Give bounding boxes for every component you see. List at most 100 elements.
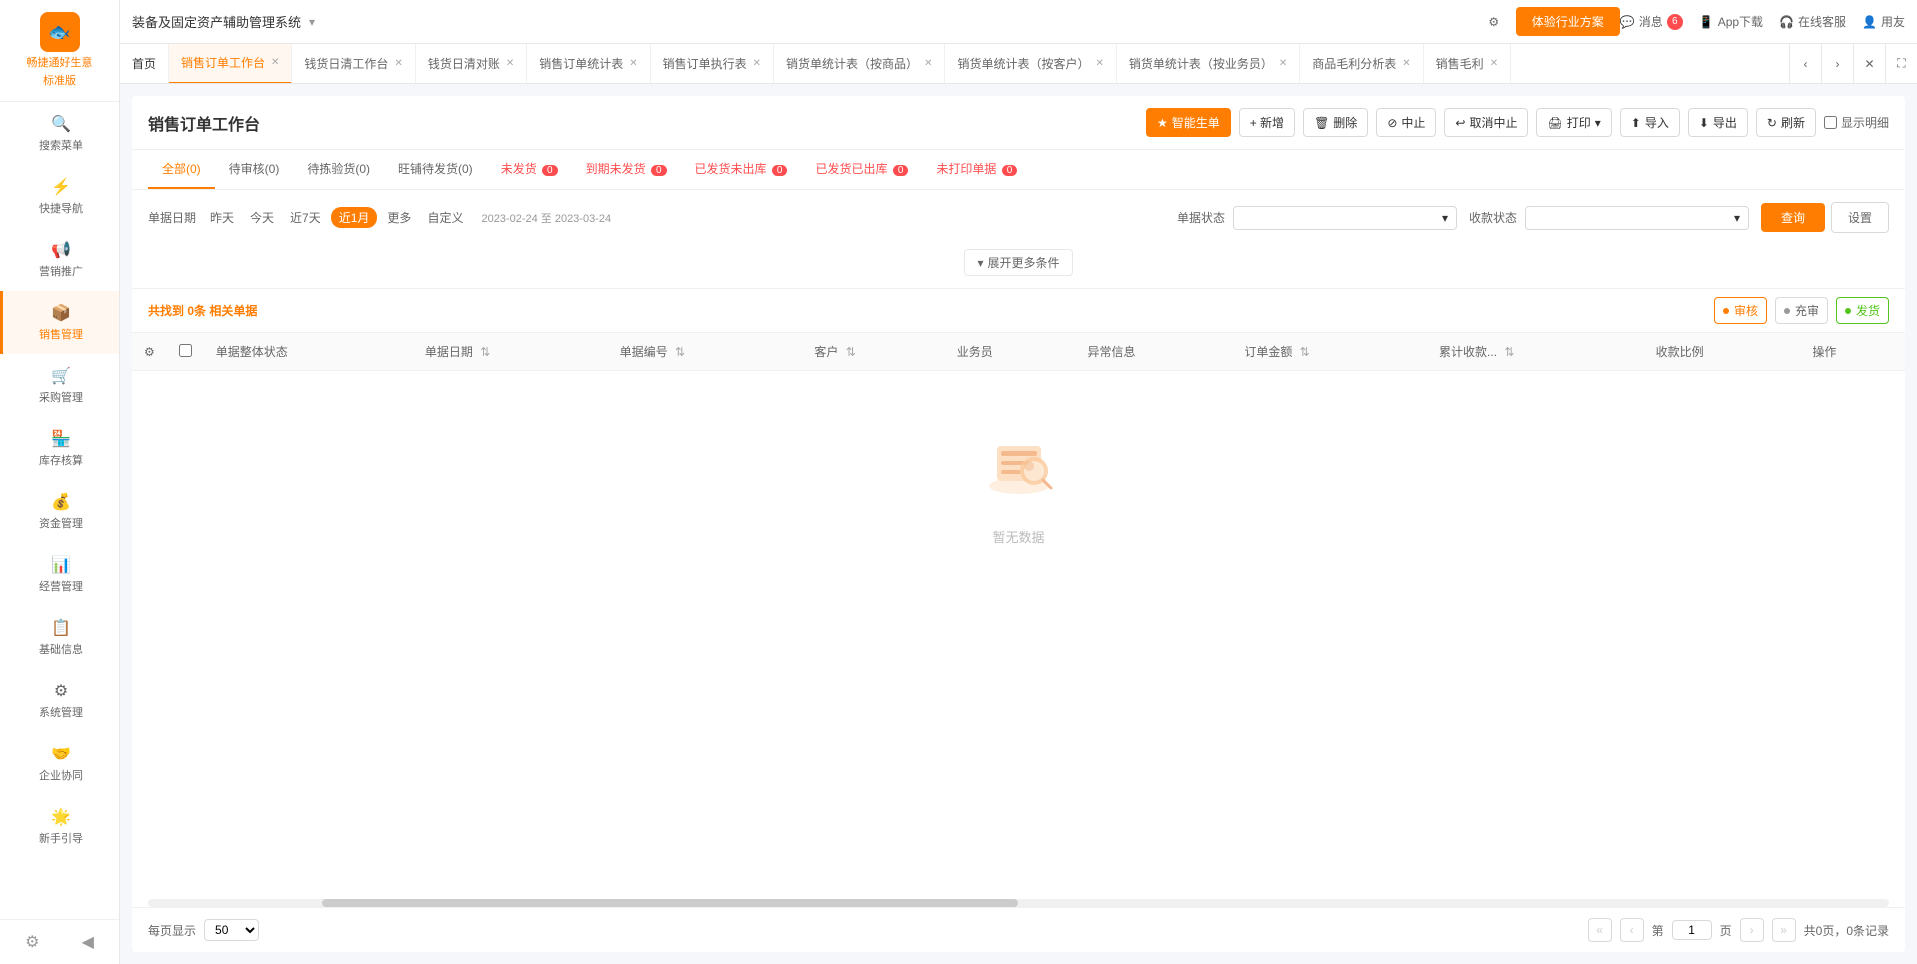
sub-tab-shipped-out[interactable]: 已发货已出库 0 — [801, 150, 922, 189]
add-btn[interactable]: + 新增 — [1239, 108, 1295, 137]
tab-sales-stats-customer-close[interactable]: ✕ — [1095, 58, 1103, 69]
stop-btn[interactable]: ⊘ 中止 — [1376, 108, 1436, 137]
sub-tab-not-shipped[interactable]: 未发货 0 — [487, 150, 572, 189]
expand-conditions-btn[interactable]: ▾ 展开更多条件 — [964, 249, 1072, 276]
table-actions: 审核 充审 发货 — [1714, 297, 1889, 324]
tab-sales-profit[interactable]: 销售毛利 ✕ — [1424, 44, 1511, 84]
user-btn[interactable]: 👤 用友 — [1862, 13, 1905, 30]
first-page-btn[interactable]: « — [1588, 918, 1612, 942]
tab-gross-margin-close[interactable]: ✕ — [1402, 58, 1410, 69]
tab-sales-stats-close[interactable]: ✕ — [629, 58, 637, 69]
industry-btn[interactable]: 体验行业方案 — [1516, 7, 1620, 36]
sub-tab-not-printed[interactable]: 未打印单据 0 — [922, 150, 1031, 189]
tab-sales-workbench[interactable]: 销售订单工作台 ✕ — [169, 44, 292, 84]
filter-settings-btn[interactable]: 设置 — [1831, 202, 1889, 233]
show-detail-input[interactable] — [1824, 116, 1837, 129]
last1m-btn[interactable]: 近1月 — [331, 207, 378, 228]
cancel-stop-btn[interactable]: ↩ 取消中止 — [1444, 108, 1528, 137]
table-area: 共找到 0条 相关单据 审核 充审 — [132, 289, 1905, 899]
prev-page-btn[interactable]: ‹ — [1620, 918, 1644, 942]
th-settings[interactable]: ⚙ — [132, 333, 167, 371]
today-btn[interactable]: 今天 — [244, 207, 280, 228]
sidebar-item-enterprise[interactable]: 🤝 企业协同 — [0, 732, 119, 795]
tab-gross-margin[interactable]: 商品毛利分析表 ✕ — [1300, 44, 1423, 84]
message-btn[interactable]: 💬 消息 6 — [1620, 13, 1683, 30]
tab-cash-reconcile-close[interactable]: ✕ — [506, 58, 514, 69]
status-select[interactable]: ▾ — [1233, 206, 1457, 230]
service-btn[interactable]: 🎧 在线客服 — [1779, 13, 1846, 30]
next-page-btn[interactable]: › — [1740, 918, 1764, 942]
tab-sales-workbench-close[interactable]: ✕ — [271, 57, 279, 68]
revoke-btn[interactable]: 充审 — [1775, 297, 1828, 324]
sidebar-item-quick-nav[interactable]: ⚡ 快捷导航 — [0, 165, 119, 228]
import-btn[interactable]: ⬆ 导入 — [1620, 108, 1680, 137]
last7-btn[interactable]: 近7天 — [284, 207, 327, 228]
tab-sales-stats-customer[interactable]: 销货单统计表（按客户） ✕ — [945, 44, 1116, 84]
tab-sales-stats-salesman[interactable]: 销货单统计表（按业务员） ✕ — [1117, 44, 1300, 84]
tab-expand-btn[interactable]: ⛶ — [1885, 44, 1917, 84]
export-btn[interactable]: ⬇ 导出 — [1688, 108, 1748, 137]
show-detail-checkbox[interactable]: 显示明细 — [1824, 114, 1889, 131]
sidebar-item-search[interactable]: 🔍 搜索菜单 — [0, 102, 119, 165]
sidebar-item-guide[interactable]: 🌟 新手引导 — [0, 795, 119, 858]
tab-close-all-btn[interactable]: ✕ — [1853, 44, 1885, 84]
ship-btn[interactable]: 发货 — [1836, 297, 1889, 324]
tab-sales-stats-product-close[interactable]: ✕ — [924, 58, 932, 69]
sub-tab-wangpu[interactable]: 旺铺待发货(0) — [384, 150, 487, 189]
sidebar-item-basic-info[interactable]: 📋 基础信息 — [0, 606, 119, 669]
sidebar-settings-btn[interactable]: ⚙ — [25, 932, 39, 952]
sidebar-item-operations[interactable]: 📊 经营管理 — [0, 543, 119, 606]
th-checkbox[interactable] — [167, 333, 204, 371]
payment-select[interactable]: ▾ — [1525, 206, 1749, 230]
tab-sales-stats[interactable]: 销售订单统计表 ✕ — [527, 44, 650, 84]
topbar-settings-btn[interactable]: ⚙ — [1480, 8, 1508, 36]
tab-home[interactable]: 首页 — [120, 44, 169, 84]
sub-tab-pending-review[interactable]: 待审核(0) — [215, 150, 294, 189]
th-number[interactable]: 单据编号 ⇅ — [608, 333, 803, 371]
th-date[interactable]: 单据日期 ⇅ — [413, 333, 608, 371]
yesterday-btn[interactable]: 昨天 — [204, 207, 240, 228]
table-scroll[interactable]: ⚙ 单据整体状态 单据日期 ⇅ 单据编号 — [132, 333, 1905, 899]
sub-tab-all[interactable]: 全部(0) — [148, 150, 215, 189]
tab-sales-exec-close[interactable]: ✕ — [753, 58, 761, 69]
per-page-select[interactable]: 50 100 200 — [204, 919, 259, 941]
tab-cash-daily-close[interactable]: ✕ — [394, 58, 402, 69]
select-all-checkbox[interactable] — [179, 344, 192, 357]
ai-generate-btn[interactable]: ★ 智能生单 — [1146, 108, 1231, 137]
tab-sales-stats-product[interactable]: 销货单统计表（按商品） ✕ — [774, 44, 945, 84]
th-received[interactable]: 累计收款... ⇅ — [1427, 333, 1644, 371]
h-scrollbar[interactable] — [148, 899, 1889, 907]
sub-tab-expired-not-shipped[interactable]: 到期未发货 0 — [572, 150, 681, 189]
sidebar-label-system: 系统管理 — [39, 704, 83, 720]
tab-sales-stats-salesman-close[interactable]: ✕ — [1279, 58, 1287, 69]
tab-next-btn[interactable]: › — [1821, 44, 1853, 84]
custom-btn[interactable]: 自定义 — [421, 207, 469, 228]
last-page-btn[interactable]: » — [1772, 918, 1796, 942]
th-amount[interactable]: 订单金额 ⇅ — [1232, 333, 1427, 371]
page-input[interactable] — [1672, 920, 1712, 940]
sidebar-item-sales[interactable]: 📦 销售管理 — [0, 291, 119, 354]
app-download-btn[interactable]: 📱 App下载 — [1699, 13, 1763, 30]
delete-btn[interactable]: 🗑 删除 — [1303, 108, 1368, 137]
scrollbar-thumb[interactable] — [322, 899, 1018, 907]
sub-tab-pending-inspect[interactable]: 待拣验货(0) — [293, 150, 384, 189]
tab-sales-profit-close[interactable]: ✕ — [1490, 58, 1498, 69]
tab-cash-reconcile[interactable]: 钱货日清对账 ✕ — [416, 44, 527, 84]
tab-prev-btn[interactable]: ‹ — [1789, 44, 1821, 84]
ai-star-icon: ★ — [1157, 116, 1168, 130]
refresh-btn[interactable]: ↻ 刷新 — [1756, 108, 1816, 137]
sidebar-item-marketing[interactable]: 📢 营销推广 — [0, 228, 119, 291]
more-btn[interactable]: 更多 — [381, 207, 417, 228]
sub-tab-shipped-not-in[interactable]: 已发货未出库 0 — [681, 150, 802, 189]
sidebar-collapse-btn[interactable]: ◀ — [82, 932, 94, 952]
sidebar-item-finance[interactable]: 💰 资金管理 — [0, 480, 119, 543]
audit-btn[interactable]: 审核 — [1714, 297, 1767, 324]
query-btn[interactable]: 查询 — [1761, 203, 1825, 232]
th-customer[interactable]: 客户 ⇅ — [802, 333, 944, 371]
sidebar-item-system[interactable]: ⚙ 系统管理 — [0, 669, 119, 732]
sidebar-item-purchase[interactable]: 🛒 采购管理 — [0, 354, 119, 417]
tab-sales-exec[interactable]: 销售订单执行表 ✕ — [651, 44, 774, 84]
tab-cash-daily[interactable]: 钱货日清工作台 ✕ — [292, 44, 415, 84]
sidebar-item-inventory[interactable]: 🏪 库存核算 — [0, 417, 119, 480]
print-btn[interactable]: 🖨 打印 ▾ — [1536, 108, 1611, 137]
